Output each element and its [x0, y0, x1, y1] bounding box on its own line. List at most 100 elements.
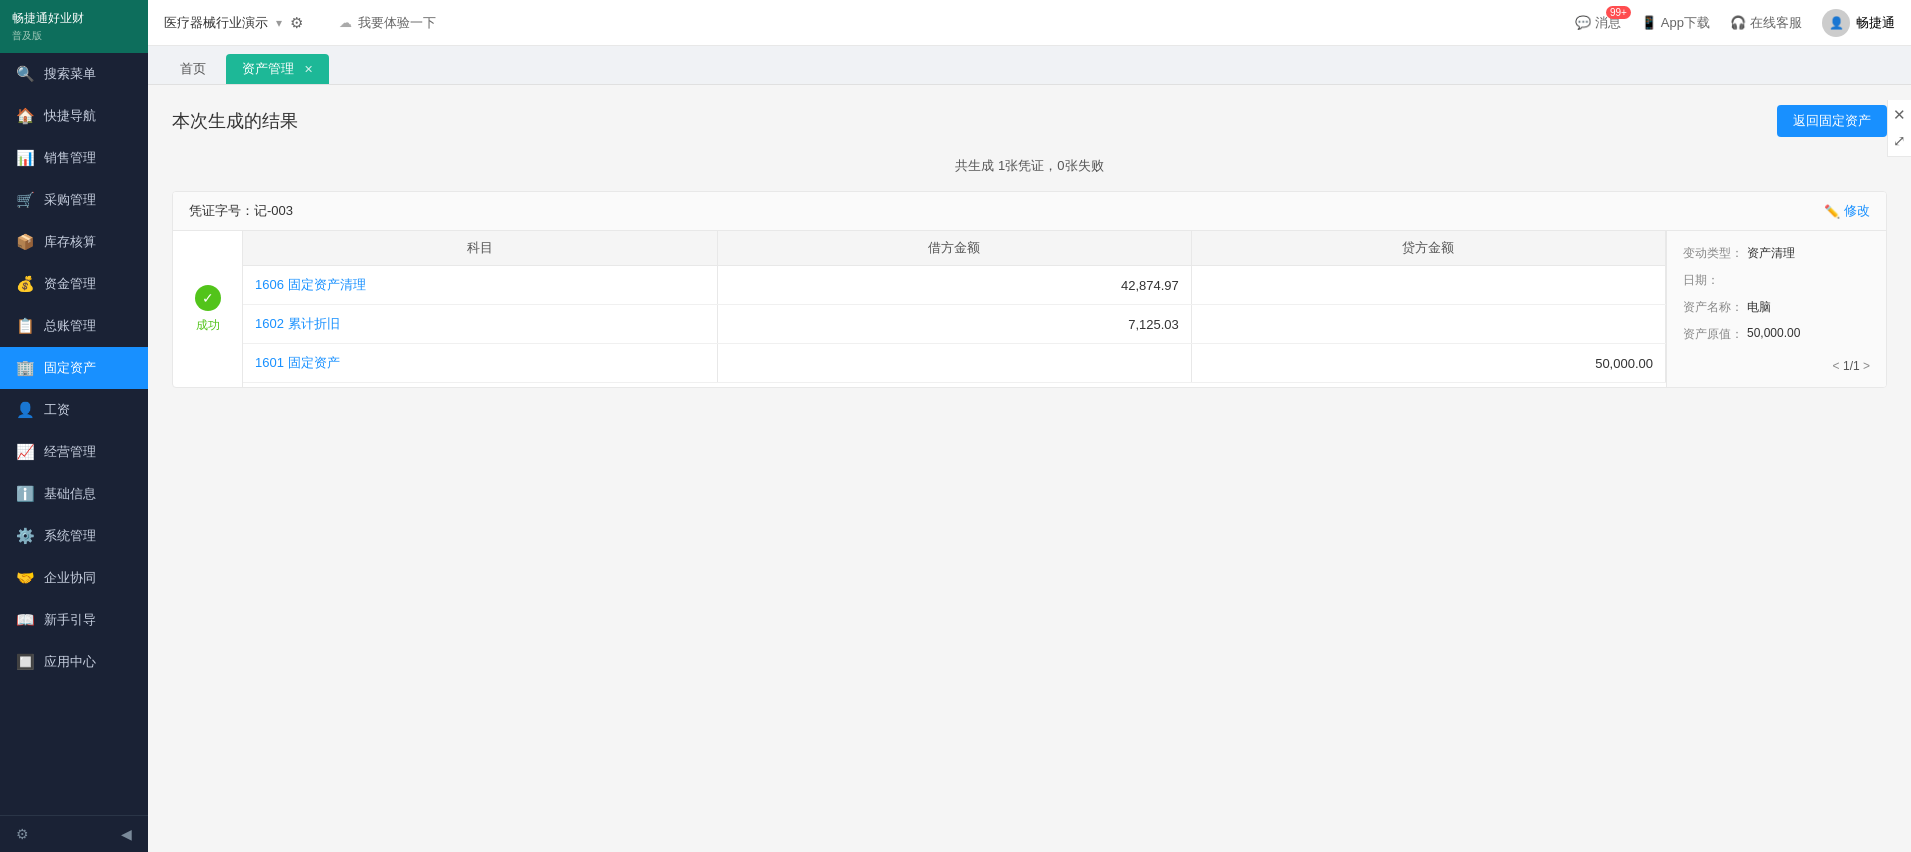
- sidebar-item-label: 基础信息: [44, 485, 96, 503]
- sidebar-item-base-info[interactable]: ℹ️ 基础信息: [0, 473, 148, 515]
- sidebar-item-label: 销售管理: [44, 149, 96, 167]
- payroll-icon: 👤: [16, 401, 34, 419]
- collapse-icon[interactable]: ◀: [121, 826, 132, 842]
- sidebar-item-label: 采购管理: [44, 191, 96, 209]
- app-download-icon: 📱: [1641, 15, 1657, 30]
- debit-cell: 42,874.97: [717, 266, 1191, 305]
- panel-close-button[interactable]: ✕: [1893, 106, 1906, 124]
- sidebar-item-purchase[interactable]: 🛒 采购管理: [0, 179, 148, 221]
- settings-gear-icon[interactable]: ⚙: [290, 14, 303, 32]
- tab-close-button[interactable]: ✕: [304, 63, 313, 75]
- change-type-value: 资产清理: [1747, 245, 1795, 262]
- voucher-edit-button[interactable]: ✏️ 修改: [1824, 202, 1870, 220]
- subject-cell[interactable]: 1606 固定资产清理: [243, 266, 717, 305]
- sidebar-item-label: 总账管理: [44, 317, 96, 335]
- success-icon: ✓: [195, 285, 221, 311]
- app-download-button[interactable]: 📱 App下载: [1641, 14, 1710, 32]
- sidebar: 畅捷通好业财 普及版 🔍 搜索菜单 🏠 快捷导航 📊 销售管理 🛒 采购管理 📦…: [0, 0, 148, 852]
- app-center-icon: 🔲: [16, 653, 34, 671]
- table-row: 1602 累计折旧 7,125.03: [243, 305, 1666, 344]
- sidebar-item-app-center[interactable]: 🔲 应用中心: [0, 641, 148, 683]
- sidebar-item-search[interactable]: 🔍 搜索菜单: [0, 53, 148, 95]
- sales-icon: 📊: [16, 149, 34, 167]
- date-label: 日期：: [1683, 272, 1738, 289]
- pagination: < 1/1 >: [1683, 359, 1870, 373]
- info-asset-original: 资产原值： 50,000.00: [1683, 326, 1870, 343]
- page-header: 本次生成的结果 返回固定资产: [172, 105, 1887, 137]
- sidebar-footer: ⚙ ◀: [0, 815, 148, 852]
- service-label: 在线客服: [1750, 14, 1802, 32]
- app-name: 畅捷通好业财: [12, 10, 84, 27]
- topbar-left: 医疗器械行业演示 ▾ ⚙ ☁ 我要体验一下: [164, 14, 436, 32]
- status-text: 成功: [196, 317, 220, 334]
- message-button[interactable]: 💬 消息 99+: [1575, 14, 1621, 32]
- system-icon: ⚙️: [16, 527, 34, 545]
- change-type-label: 变动类型：: [1683, 245, 1743, 262]
- service-icon: 🎧: [1730, 15, 1746, 30]
- return-button[interactable]: 返回固定资产: [1777, 105, 1887, 137]
- info-asset-name: 资产名称： 电脑: [1683, 299, 1870, 316]
- company-dropdown-icon[interactable]: ▾: [276, 16, 282, 30]
- online-service-button[interactable]: 🎧 在线客服: [1730, 14, 1802, 32]
- sidebar-item-guide[interactable]: 📖 新手引导: [0, 599, 148, 641]
- sidebar-item-label: 固定资产: [44, 359, 96, 377]
- pagination-prev[interactable]: <: [1833, 359, 1840, 373]
- sidebar-item-system[interactable]: ⚙️ 系统管理: [0, 515, 148, 557]
- settings-icon[interactable]: ⚙: [16, 826, 29, 842]
- voucher-table-area: 科目 借方金额 贷方金额 1606 固定资产清理 42,874.97: [243, 231, 1666, 387]
- table-row: 1601 固定资产 50,000.00: [243, 344, 1666, 383]
- voucher-body: ✓ 成功 科目 借方金额 贷方金额: [173, 231, 1886, 387]
- pagination-current: 1/1: [1843, 359, 1863, 373]
- summary-text: 共生成 1张凭证，0张失败: [955, 158, 1103, 173]
- sidebar-item-enterprise[interactable]: 🤝 企业协同: [0, 557, 148, 599]
- info-change-type: 变动类型： 资产清理: [1683, 245, 1870, 262]
- sidebar-item-fund[interactable]: 💰 资金管理: [0, 263, 148, 305]
- voucher-side-info: 变动类型： 资产清理 日期： 资产名称： 电脑 资产原值：: [1666, 231, 1886, 387]
- operation-icon: 📈: [16, 443, 34, 461]
- subject-cell[interactable]: 1602 累计折旧: [243, 305, 717, 344]
- page-content: 本次生成的结果 返回固定资产 共生成 1张凭证，0张失败 凭证字号：记-003 …: [148, 85, 1911, 852]
- sidebar-item-fixed-asset[interactable]: 🏢 固定资产: [0, 347, 148, 389]
- asset-original-value: 50,000.00: [1747, 326, 1800, 340]
- sidebar-item-label: 应用中心: [44, 653, 96, 671]
- pagination-next[interactable]: >: [1863, 359, 1870, 373]
- topbar: 医疗器械行业演示 ▾ ⚙ ☁ 我要体验一下 💬 消息 99+ 📱 App下载: [148, 0, 1911, 46]
- sidebar-item-ledger[interactable]: 📋 总账管理: [0, 305, 148, 347]
- voucher-header: 凭证字号：记-003 ✏️ 修改: [173, 192, 1886, 231]
- sidebar-item-label: 工资: [44, 401, 70, 419]
- tab-asset-mgmt[interactable]: 资产管理 ✕: [226, 54, 329, 84]
- guide-icon: 📖: [16, 611, 34, 629]
- app-download-label: App下载: [1661, 14, 1710, 32]
- voucher-code: 凭证字号：记-003: [189, 202, 293, 220]
- sidebar-item-inventory[interactable]: 📦 库存核算: [0, 221, 148, 263]
- table-row: 1606 固定资产清理 42,874.97: [243, 266, 1666, 305]
- credit-cell: 50,000.00: [1191, 344, 1665, 383]
- sidebar-item-sales[interactable]: 📊 销售管理: [0, 137, 148, 179]
- tab-home[interactable]: 首页: [164, 54, 222, 84]
- topbar-right: 💬 消息 99+ 📱 App下载 🎧 在线客服 👤 畅捷通: [1575, 9, 1895, 37]
- sidebar-nav: 🔍 搜索菜单 🏠 快捷导航 📊 销售管理 🛒 采购管理 📦 库存核算 💰 资金管…: [0, 53, 148, 815]
- experience-label[interactable]: 我要体验一下: [358, 14, 436, 32]
- user-profile[interactable]: 👤 畅捷通: [1822, 9, 1895, 37]
- fund-icon: 💰: [16, 275, 34, 293]
- company-name[interactable]: 医疗器械行业演示: [164, 14, 268, 32]
- voucher-status-col: ✓ 成功: [173, 231, 243, 387]
- purchase-icon: 🛒: [16, 191, 34, 209]
- info-date: 日期：: [1683, 272, 1870, 289]
- panel-expand-button[interactable]: ⤢: [1893, 132, 1906, 150]
- experience-area: ☁ 我要体验一下: [339, 14, 436, 32]
- credit-cell: [1191, 266, 1665, 305]
- sidebar-header: 畅捷通好业财 普及版: [0, 0, 148, 53]
- sidebar-item-quick-nav[interactable]: 🏠 快捷导航: [0, 95, 148, 137]
- main: 医疗器械行业演示 ▾ ⚙ ☁ 我要体验一下 💬 消息 99+ 📱 App下载: [148, 0, 1911, 852]
- sidebar-item-label: 经营管理: [44, 443, 96, 461]
- sidebar-item-label: 系统管理: [44, 527, 96, 545]
- cloud-icon: ☁: [339, 15, 352, 30]
- sidebar-item-payroll[interactable]: 👤 工资: [0, 389, 148, 431]
- subject-cell[interactable]: 1601 固定资产: [243, 344, 717, 383]
- sidebar-item-operation[interactable]: 📈 经营管理: [0, 431, 148, 473]
- voucher-card: 凭证字号：记-003 ✏️ 修改 ✓ 成功: [172, 191, 1887, 388]
- base-info-icon: ℹ️: [16, 485, 34, 503]
- col-header-subject: 科目: [243, 231, 717, 266]
- summary-bar: 共生成 1张凭证，0张失败: [172, 157, 1887, 175]
